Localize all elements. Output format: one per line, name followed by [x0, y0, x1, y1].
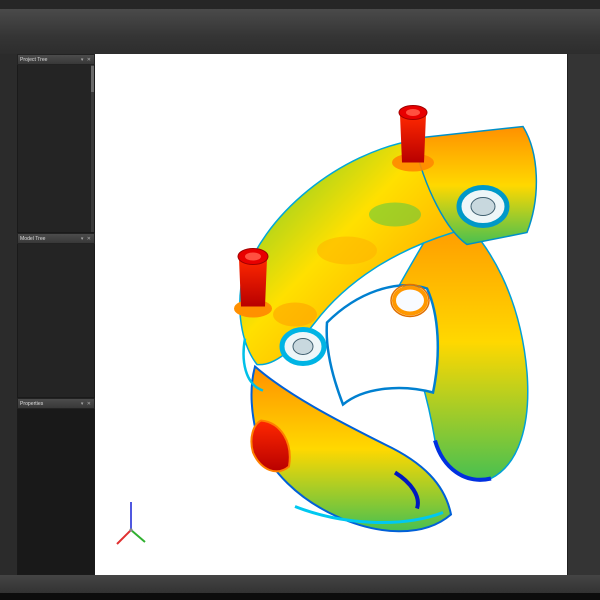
application-window: Project Tree ▾ ✕ Model Tree ▾ ✕ Properti… [0, 0, 600, 600]
model-tree-panel: Model Tree ▾ ✕ [17, 233, 95, 398]
project-tree-body [17, 65, 95, 233]
orientation-triad [116, 502, 146, 545]
properties-panel: Properties ▾ ✕ [17, 398, 95, 575]
status-bar [0, 575, 600, 593]
viewport-3d[interactable] [95, 54, 567, 575]
properties-title: Properties [20, 400, 44, 407]
project-tree-title: Project Tree [20, 56, 48, 63]
project-tree-panel: Project Tree ▾ ✕ [17, 54, 95, 233]
panel-menu-close-icons[interactable]: ▾ ✕ [81, 57, 92, 63]
properties-body [17, 409, 95, 575]
panel-menu-close-icons[interactable]: ▾ ✕ [81, 401, 92, 407]
model-tree-title: Model Tree [20, 235, 46, 242]
menu-bar [0, 0, 600, 9]
project-tree-title-bar[interactable]: Project Tree ▾ ✕ [17, 54, 95, 65]
left-dock-strip [0, 54, 17, 600]
left-panel-stack: Project Tree ▾ ✕ Model Tree ▾ ✕ Properti… [17, 54, 95, 575]
measure-tool-strip [567, 54, 600, 575]
bottom-edge [0, 593, 600, 600]
model-tree-body [17, 244, 95, 398]
model-tree-title-bar[interactable]: Model Tree ▾ ✕ [17, 233, 95, 244]
project-tree-scrollbar[interactable] [91, 65, 94, 232]
properties-title-bar[interactable]: Properties ▾ ✕ [17, 398, 95, 409]
main-toolbar [0, 9, 600, 54]
panel-menu-close-icons[interactable]: ▾ ✕ [81, 236, 92, 242]
deviation-color-scale [530, 66, 562, 563]
callout-leader-lines [95, 54, 567, 575]
